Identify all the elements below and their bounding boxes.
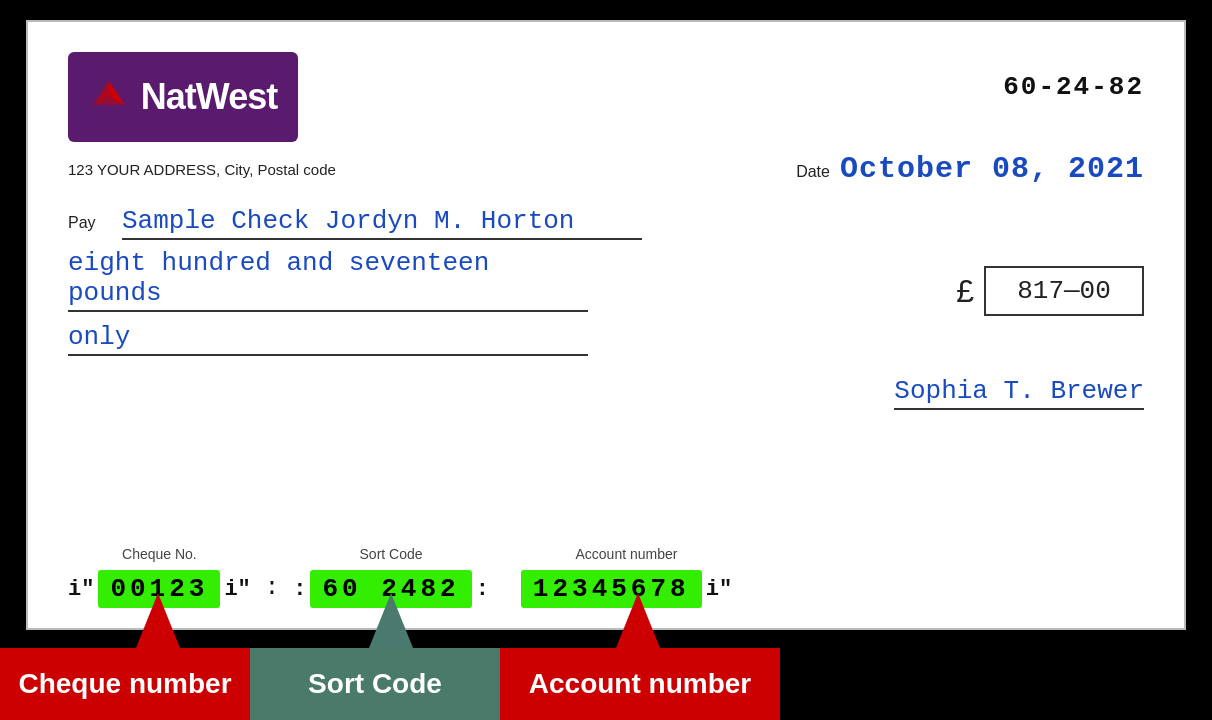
date-row: Date October 08, 2021 (796, 152, 1144, 186)
payee-name: Sample Check Jordyn M. Horton (122, 206, 642, 240)
micr-close-bracket-cheque: i" (224, 577, 250, 602)
label-blank-area (780, 648, 1212, 720)
date-value: October 08, 2021 (840, 152, 1144, 186)
address-text: 123 YOUR ADDRESS, City, Postal code (68, 161, 336, 178)
cheque-document: NatWest 60-24-82 123 YOUR ADDRESS, City,… (26, 20, 1186, 630)
amount-row: £ 817—00 (956, 266, 1144, 316)
account-number-value: 12345678 (521, 570, 702, 608)
arrow-sort-code (369, 593, 413, 648)
arrow-cheque-number (136, 593, 180, 648)
account-number-label: Account number (576, 546, 678, 562)
amount-words-row: eight hundred and seventeen pounds only (68, 248, 688, 356)
label-account-number: Account number (500, 648, 780, 720)
sort-code-label: Sort Code (360, 546, 423, 562)
cheque-no-label: Cheque No. (122, 546, 197, 562)
label-sort-code: Sort Code (250, 648, 500, 720)
micr-open-bracket-cheque: i" (68, 577, 94, 602)
natwest-wordmark: NatWest (141, 76, 277, 118)
address-date-row: 123 YOUR ADDRESS, City, Postal code Date… (68, 152, 1144, 186)
natwest-logo: NatWest (68, 52, 298, 142)
amount-words-line1: eight hundred and seventeen pounds (68, 248, 588, 312)
pay-label: Pay (68, 214, 108, 232)
amount-words-line2: only (68, 322, 588, 356)
bottom-labels-bar: Cheque number Sort Code Account number (0, 648, 1212, 720)
label-cheque-number: Cheque number (0, 648, 250, 720)
micr-open-bracket-sort: : (293, 577, 306, 602)
micr-close-bracket-account: i" (706, 577, 732, 602)
pay-row: Pay Sample Check Jordyn M. Horton (68, 206, 688, 240)
natwest-icon (89, 77, 129, 117)
amount-box: 817—00 (984, 266, 1144, 316)
cheque-top-row: NatWest 60-24-82 (68, 52, 1144, 142)
pound-sign: £ (956, 273, 974, 310)
page-wrapper: NatWest 60-24-82 123 YOUR ADDRESS, City,… (0, 0, 1212, 720)
arrow-account-number (616, 593, 660, 648)
left-col: Pay Sample Check Jordyn M. Horton eight … (68, 206, 688, 362)
right-col: £ 817—00 Sophia T. Brewer (824, 206, 1144, 410)
sort-code-top-display: 60-24-82 (1003, 72, 1144, 102)
signature: Sophia T. Brewer (894, 376, 1144, 410)
micr-separator-1: : (259, 574, 285, 601)
micr-close-bracket-sort: : (476, 577, 489, 602)
date-label: Date (796, 163, 830, 181)
